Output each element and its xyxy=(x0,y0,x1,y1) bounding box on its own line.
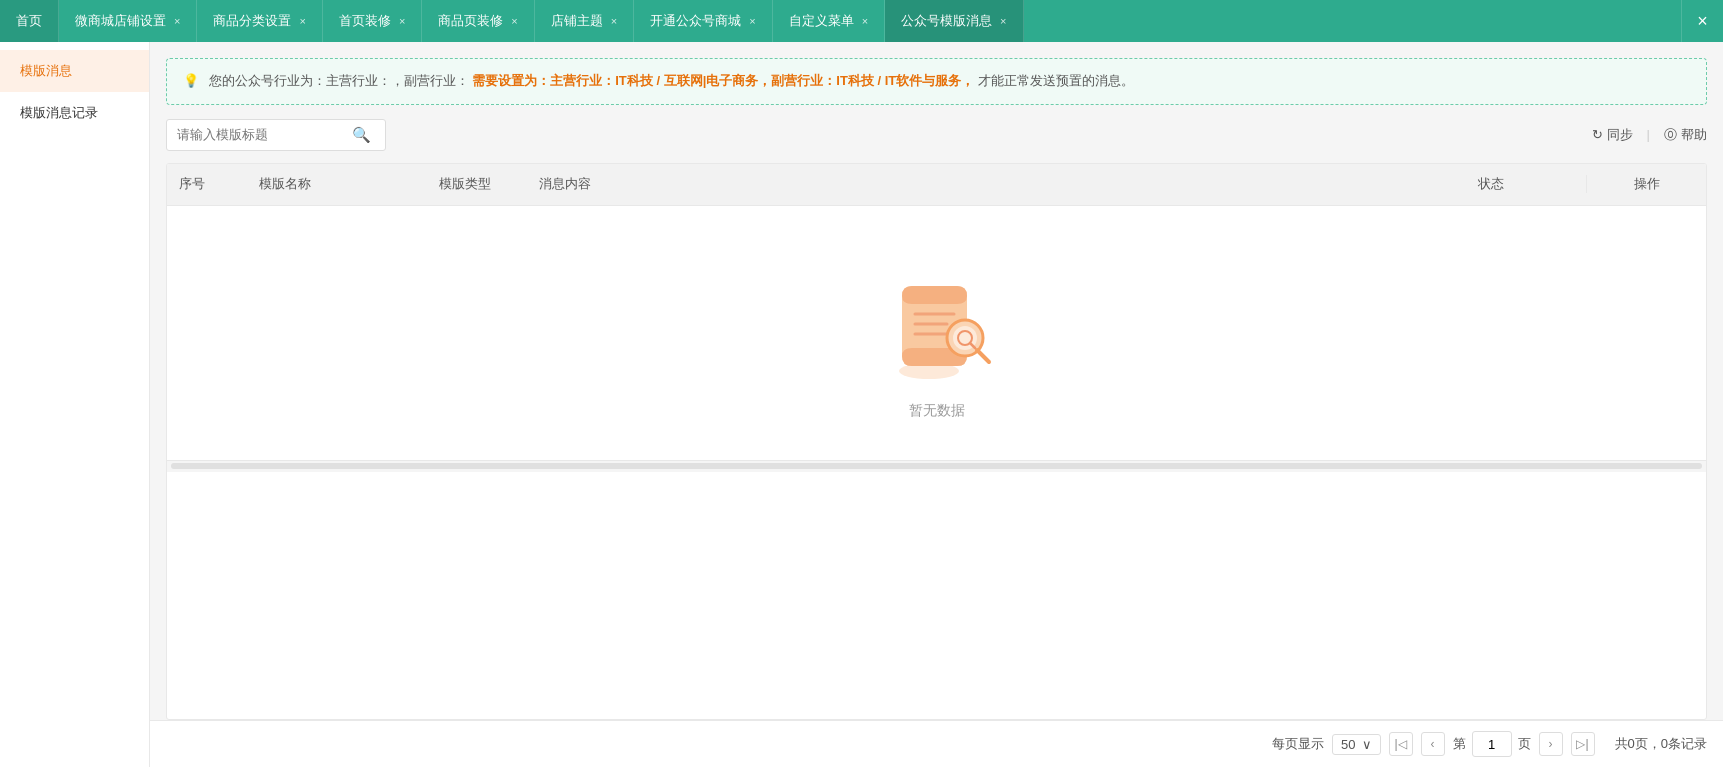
help-label: 帮助 xyxy=(1681,126,1707,144)
svg-line-6 xyxy=(977,350,989,362)
pagination: 每页显示 50 ∨ |◁ ‹ 第 页 › ▷| 共0页，0条记录 xyxy=(150,720,1723,767)
nav-homepage-decor-label: 首页装修 xyxy=(339,12,391,30)
notice-prefix: 您的公众号行业为：主营行业：，副营行业： xyxy=(209,73,469,88)
th-status: 状态 xyxy=(1466,175,1586,193)
nav-product-decor-label: 商品页装修 xyxy=(438,12,503,30)
nav-open-mall-close[interactable]: × xyxy=(749,15,755,27)
nav-template-msg-label: 公众号模版消息 xyxy=(901,12,992,30)
action-separator: | xyxy=(1647,127,1650,142)
notice-suffix: 才能正常发送预置的消息。 xyxy=(978,73,1134,88)
next-page-icon: › xyxy=(1549,737,1553,751)
total-text: 共0页，0条记录 xyxy=(1615,735,1707,753)
th-action: 操作 xyxy=(1586,175,1706,193)
prev-page-icon: ‹ xyxy=(1431,737,1435,751)
sync-button[interactable]: ↻ 同步 xyxy=(1592,126,1633,144)
nav-category-settings-label: 商品分类设置 xyxy=(213,12,291,30)
nav-shop-settings-close[interactable]: × xyxy=(174,15,180,27)
empty-text: 暂无数据 xyxy=(909,402,965,420)
last-page-icon: ▷| xyxy=(1576,737,1588,751)
content-area: 💡 您的公众号行业为：主营行业：，副营行业： 需要设置为：主营行业：IT科技 /… xyxy=(150,42,1723,767)
help-button[interactable]: ⓪ 帮助 xyxy=(1664,126,1707,144)
global-close-button[interactable]: × xyxy=(1681,0,1723,42)
nav-shop-settings-label: 微商城店铺设置 xyxy=(75,12,166,30)
scrollbar-track xyxy=(171,463,1702,469)
nav-homepage-decor-close[interactable]: × xyxy=(399,15,405,27)
chevron-down-icon: ∨ xyxy=(1362,737,1372,752)
page-size-value: 50 xyxy=(1341,737,1355,752)
nav-shop-settings[interactable]: 微商城店铺设置 × xyxy=(59,0,197,42)
table-header: 序号 模版名称 模版类型 消息内容 状态 操作 xyxy=(167,164,1706,206)
sidebar-item-template-msg-label: 模版消息 xyxy=(20,62,72,80)
next-page-button[interactable]: › xyxy=(1539,732,1563,756)
page-label-pre: 第 xyxy=(1453,735,1466,753)
page-label-post: 页 xyxy=(1518,735,1531,753)
nav-product-decor[interactable]: 商品页装修 × xyxy=(422,0,534,42)
horizontal-scrollbar[interactable] xyxy=(167,460,1706,472)
nav-homepage-decor[interactable]: 首页装修 × xyxy=(323,0,422,42)
sidebar-item-template-msg-records[interactable]: 模版消息记录 xyxy=(0,92,149,134)
sidebar: 模版消息 模版消息记录 xyxy=(0,42,150,767)
nav-open-mall[interactable]: 开通公众号商城 × xyxy=(634,0,772,42)
th-name: 模版名称 xyxy=(247,175,427,193)
main-layout: 模版消息 模版消息记录 💡 您的公众号行业为：主营行业：，副营行业： 需要设置为… xyxy=(0,42,1723,767)
search-actions: ↻ 同步 | ⓪ 帮助 xyxy=(1592,126,1707,144)
nav-product-decor-close[interactable]: × xyxy=(511,15,517,27)
sync-label: 同步 xyxy=(1607,126,1633,144)
search-input[interactable] xyxy=(167,127,352,142)
notice-icon: 💡 xyxy=(183,73,199,88)
page-number-input[interactable] xyxy=(1472,731,1512,757)
th-type: 模版类型 xyxy=(427,175,527,193)
nav-custom-menu-close[interactable]: × xyxy=(862,15,868,27)
help-icon: ⓪ xyxy=(1664,126,1677,144)
empty-illustration xyxy=(877,266,997,386)
first-page-button[interactable]: |◁ xyxy=(1389,732,1413,756)
last-page-button[interactable]: ▷| xyxy=(1571,732,1595,756)
nav-category-settings[interactable]: 商品分类设置 × xyxy=(197,0,322,42)
page-size-label: 每页显示 xyxy=(1272,735,1324,753)
sidebar-item-template-msg[interactable]: 模版消息 xyxy=(0,50,149,92)
notice-highlight: 需要设置为：主营行业：IT科技 / 互联网|电子商务，副营行业：IT科技 / I… xyxy=(472,73,974,88)
nav-home[interactable]: 首页 xyxy=(0,0,59,42)
nav-shop-theme-close[interactable]: × xyxy=(611,15,617,27)
th-seq: 序号 xyxy=(167,175,247,193)
nav-template-msg-close[interactable]: × xyxy=(1000,15,1006,27)
nav-custom-menu-label: 自定义菜单 xyxy=(789,12,854,30)
nav-shop-theme-label: 店铺主题 xyxy=(551,12,603,30)
nav-shop-theme[interactable]: 店铺主题 × xyxy=(535,0,634,42)
nav-custom-menu[interactable]: 自定义菜单 × xyxy=(773,0,885,42)
search-bar: 🔍 ↻ 同步 | ⓪ 帮助 xyxy=(166,119,1707,151)
table-container: 序号 模版名称 模版类型 消息内容 状态 操作 xyxy=(166,163,1707,720)
first-page-icon: |◁ xyxy=(1394,737,1406,751)
sidebar-item-template-msg-records-label: 模版消息记录 xyxy=(20,104,98,122)
search-icon[interactable]: 🔍 xyxy=(352,126,379,144)
top-navigation: 首页 微商城店铺设置 × 商品分类设置 × 首页装修 × 商品页装修 × 店铺主… xyxy=(0,0,1723,42)
prev-page-button[interactable]: ‹ xyxy=(1421,732,1445,756)
nav-home-label: 首页 xyxy=(16,12,42,30)
page-input-wrap: 第 页 xyxy=(1453,731,1531,757)
empty-state: 暂无数据 xyxy=(167,206,1706,460)
nav-open-mall-label: 开通公众号商城 xyxy=(650,12,741,30)
nav-category-settings-close[interactable]: × xyxy=(299,15,305,27)
page-size-select[interactable]: 50 ∨ xyxy=(1332,734,1380,755)
notice-box: 💡 您的公众号行业为：主营行业：，副营行业： 需要设置为：主营行业：IT科技 /… xyxy=(166,58,1707,105)
search-input-wrap: 🔍 xyxy=(166,119,386,151)
th-content: 消息内容 xyxy=(527,175,1466,193)
sync-icon: ↻ xyxy=(1592,127,1603,142)
nav-template-msg[interactable]: 公众号模版消息 × xyxy=(885,0,1023,42)
